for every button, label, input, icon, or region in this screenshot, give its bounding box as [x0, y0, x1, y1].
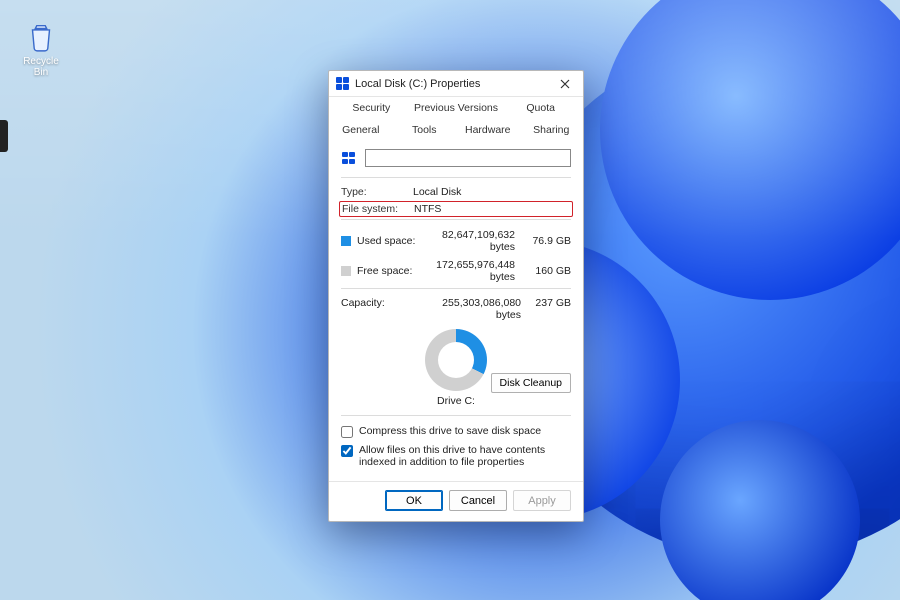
capacity-row: Capacity: 255,303,086,080 bytes 237 GB: [341, 295, 571, 325]
free-space-row: Free space: 172,655,976,448 bytes 160 GB: [341, 256, 571, 286]
used-swatch: [341, 236, 351, 246]
compress-label: Compress this drive to save disk space: [359, 425, 541, 437]
tabs-row-2: General Tools Hardware Sharing: [329, 119, 583, 141]
drive-icon: [341, 151, 357, 165]
disk-cleanup-button[interactable]: Disk Cleanup: [491, 373, 571, 393]
ok-button[interactable]: OK: [385, 490, 443, 511]
dialog-buttons: OK Cancel Apply: [329, 481, 583, 521]
dialog-title: Local Disk (C:) Properties: [355, 78, 553, 90]
tab-security[interactable]: Security: [329, 97, 414, 119]
tab-previous-versions[interactable]: Previous Versions: [414, 97, 499, 119]
index-checkbox-row[interactable]: Allow files on this drive to have conten…: [341, 441, 571, 471]
index-label: Allow files on this drive to have conten…: [359, 444, 571, 468]
tab-general[interactable]: General: [329, 119, 393, 141]
used-label: Used space:: [357, 235, 419, 247]
filesystem-value: NTFS: [414, 203, 570, 215]
trash-icon: [24, 20, 58, 54]
free-bytes: 172,655,976,448 bytes: [425, 259, 521, 283]
close-icon: [560, 79, 570, 89]
dialog-body: Type: Local Disk File system: NTFS Used …: [329, 141, 583, 481]
drive-name-input[interactable]: [365, 149, 571, 167]
desktop: Recycle Bin Local Disk (C:) Properties S…: [0, 0, 900, 600]
recycle-bin-label: Recycle Bin: [23, 56, 59, 78]
free-label: Free space:: [357, 265, 419, 277]
tab-hardware[interactable]: Hardware: [456, 119, 520, 141]
usage-chart-area: Drive C: Disk Cleanup: [341, 329, 571, 413]
used-space-row: Used space: 82,647,109,632 bytes 76.9 GB: [341, 226, 571, 256]
divider: [341, 219, 571, 220]
type-value: Local Disk: [413, 186, 571, 198]
used-bytes: 82,647,109,632 bytes: [425, 229, 521, 253]
capacity-label: Capacity:: [341, 297, 419, 321]
apply-button[interactable]: Apply: [513, 490, 571, 511]
tab-tools[interactable]: Tools: [393, 119, 457, 141]
filesystem-row-highlighted: File system: NTFS: [339, 201, 573, 217]
compress-checkbox-row[interactable]: Compress this drive to save disk space: [341, 422, 571, 441]
filesystem-label: File system:: [342, 203, 408, 215]
capacity-human: 237 GB: [527, 297, 571, 321]
divider: [341, 177, 571, 178]
drive-label: Drive C:: [341, 395, 571, 407]
divider: [341, 288, 571, 289]
edge-handle[interactable]: [0, 120, 8, 152]
close-button[interactable]: [553, 74, 577, 94]
tab-sharing[interactable]: Sharing: [520, 119, 584, 141]
free-swatch: [341, 266, 351, 276]
tab-quota[interactable]: Quota: [498, 97, 583, 119]
index-checkbox[interactable]: [341, 445, 353, 457]
recycle-bin-icon[interactable]: Recycle Bin: [18, 20, 64, 78]
type-label: Type:: [341, 186, 407, 198]
capacity-bytes: 255,303,086,080 bytes: [419, 297, 527, 321]
properties-dialog: Local Disk (C:) Properties Security Prev…: [328, 70, 584, 522]
cancel-button[interactable]: Cancel: [449, 490, 507, 511]
drive-icon: [335, 77, 349, 91]
type-row: Type: Local Disk: [341, 184, 571, 200]
compress-checkbox[interactable]: [341, 426, 353, 438]
divider: [341, 415, 571, 416]
used-human: 76.9 GB: [527, 235, 571, 247]
tabs-row-1: Security Previous Versions Quota: [329, 97, 583, 119]
titlebar[interactable]: Local Disk (C:) Properties: [329, 71, 583, 97]
free-human: 160 GB: [527, 265, 571, 277]
usage-donut-icon: [425, 329, 487, 391]
